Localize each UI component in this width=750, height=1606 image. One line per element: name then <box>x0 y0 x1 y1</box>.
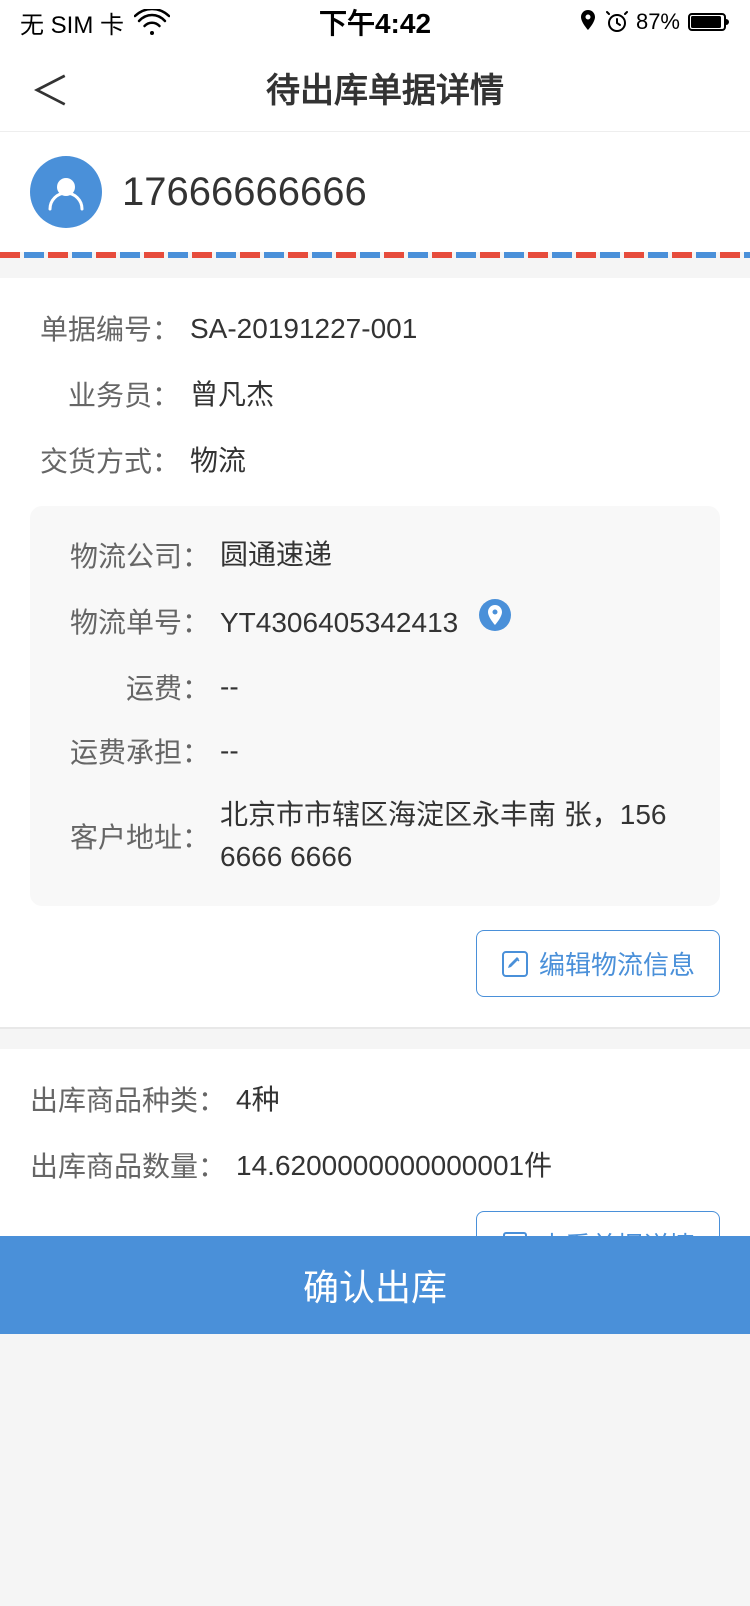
goods-quantity-row: 出库商品数量： 14.62000000000000​01件 <box>30 1145 720 1187</box>
logistics-company-label: 物流公司： <box>60 535 220 575</box>
user-card: 17666666666 <box>0 132 750 252</box>
goods-types-value: 4种 <box>236 1079 720 1121</box>
goods-quantity-label: 出库商品数量： <box>30 1145 236 1185</box>
gray-spacer <box>0 1308 750 1508</box>
edit-btn-row: 编辑物流信息 <box>30 930 720 997</box>
logistics-company-row: 物流公司： 圆通速递 <box>60 534 690 576</box>
main-content: 17666666666 单据编号： SA-20191227-001 业务员： 曾… <box>0 132 750 1606</box>
battery-label: 87% <box>636 9 680 35</box>
status-left: 无 SIM 卡 <box>20 5 170 40</box>
goods-types-row: 出库商品种类： 4种 <box>30 1079 720 1121</box>
logistics-address-label: 客户地址： <box>60 816 220 856</box>
carrier-label: 无 SIM 卡 <box>20 5 124 40</box>
logistics-tracking-value: YT43064053424​13 <box>220 598 690 644</box>
doc-number-label: 单据编号： <box>30 308 190 348</box>
confirm-button[interactable]: 确认出库 <box>0 1236 750 1334</box>
logistics-freight-row: 运费： -- <box>60 666 690 708</box>
document-info-section: 单据编号： SA-20191227-001 业务员： 曾凡杰 交货方式： 物流 … <box>0 278 750 1027</box>
salesperson-label: 业务员： <box>30 374 190 414</box>
edit-logistics-button[interactable]: 编辑物流信息 <box>476 930 720 997</box>
logistics-address-value: 北京市市辖区海淀区永丰南 张，156 6666 6666 <box>220 794 690 878</box>
doc-number-row: 单据编号： SA-20191227-001 <box>30 308 720 350</box>
confirm-label: 确认出库 <box>303 1259 447 1311</box>
logistics-freightpay-label: 运费承担： <box>60 731 220 771</box>
doc-number-value: SA-20191227-001 <box>190 308 720 350</box>
status-bar: 无 SIM 卡 下午4:42 87% <box>0 0 750 44</box>
page-title: 待出库单据详情 <box>90 63 680 112</box>
logistics-company-value: 圆通速递 <box>220 534 690 576</box>
edit-icon <box>501 950 529 978</box>
bottom-area: 确认出库 <box>0 1236 750 1334</box>
user-avatar <box>30 156 102 228</box>
delivery-value: 物流 <box>190 440 720 482</box>
logistics-tracking-row: 物流单号： YT43064053424​13 <box>60 598 690 644</box>
delivery-label: 交货方式： <box>30 440 190 480</box>
logistics-freight-value: -- <box>220 666 690 708</box>
delivery-row: 交货方式： 物流 <box>30 440 720 482</box>
nav-bar: ＜ 待出库单据详情 <box>0 44 750 132</box>
battery-icon <box>688 11 730 33</box>
tracking-location-icon[interactable] <box>478 598 512 632</box>
dashed-divider <box>0 252 750 258</box>
logistics-freightpay-value: -- <box>220 730 690 772</box>
goods-types-label: 出库商品种类： <box>30 1079 236 1119</box>
location-icon <box>578 10 598 34</box>
alarm-icon <box>606 10 628 34</box>
status-time: 下午4:42 <box>319 2 431 42</box>
salesperson-row: 业务员： 曾凡杰 <box>30 374 720 416</box>
salesperson-value: 曾凡杰 <box>190 374 720 416</box>
wifi-icon <box>134 9 170 35</box>
person-icon <box>45 171 87 213</box>
edit-logistics-label: 编辑物流信息 <box>539 945 695 982</box>
section-divider <box>0 1027 750 1029</box>
goods-quantity-value: 14.62000000000000​01件 <box>236 1145 720 1187</box>
logistics-freightpay-row: 运费承担： -- <box>60 730 690 772</box>
logistics-card: 物流公司： 圆通速递 物流单号： YT43064053424​13 运费： <box>30 506 720 906</box>
user-phone: 17666666666 <box>122 170 367 215</box>
back-button[interactable]: ＜ <box>30 59 70 117</box>
logistics-tracking-label: 物流单号： <box>60 601 220 641</box>
logistics-freight-label: 运费： <box>60 667 220 707</box>
logistics-address-row: 客户地址： 北京市市辖区海淀区永丰南 张，156 6666 6666 <box>60 794 690 878</box>
status-right: 87% <box>578 9 730 35</box>
